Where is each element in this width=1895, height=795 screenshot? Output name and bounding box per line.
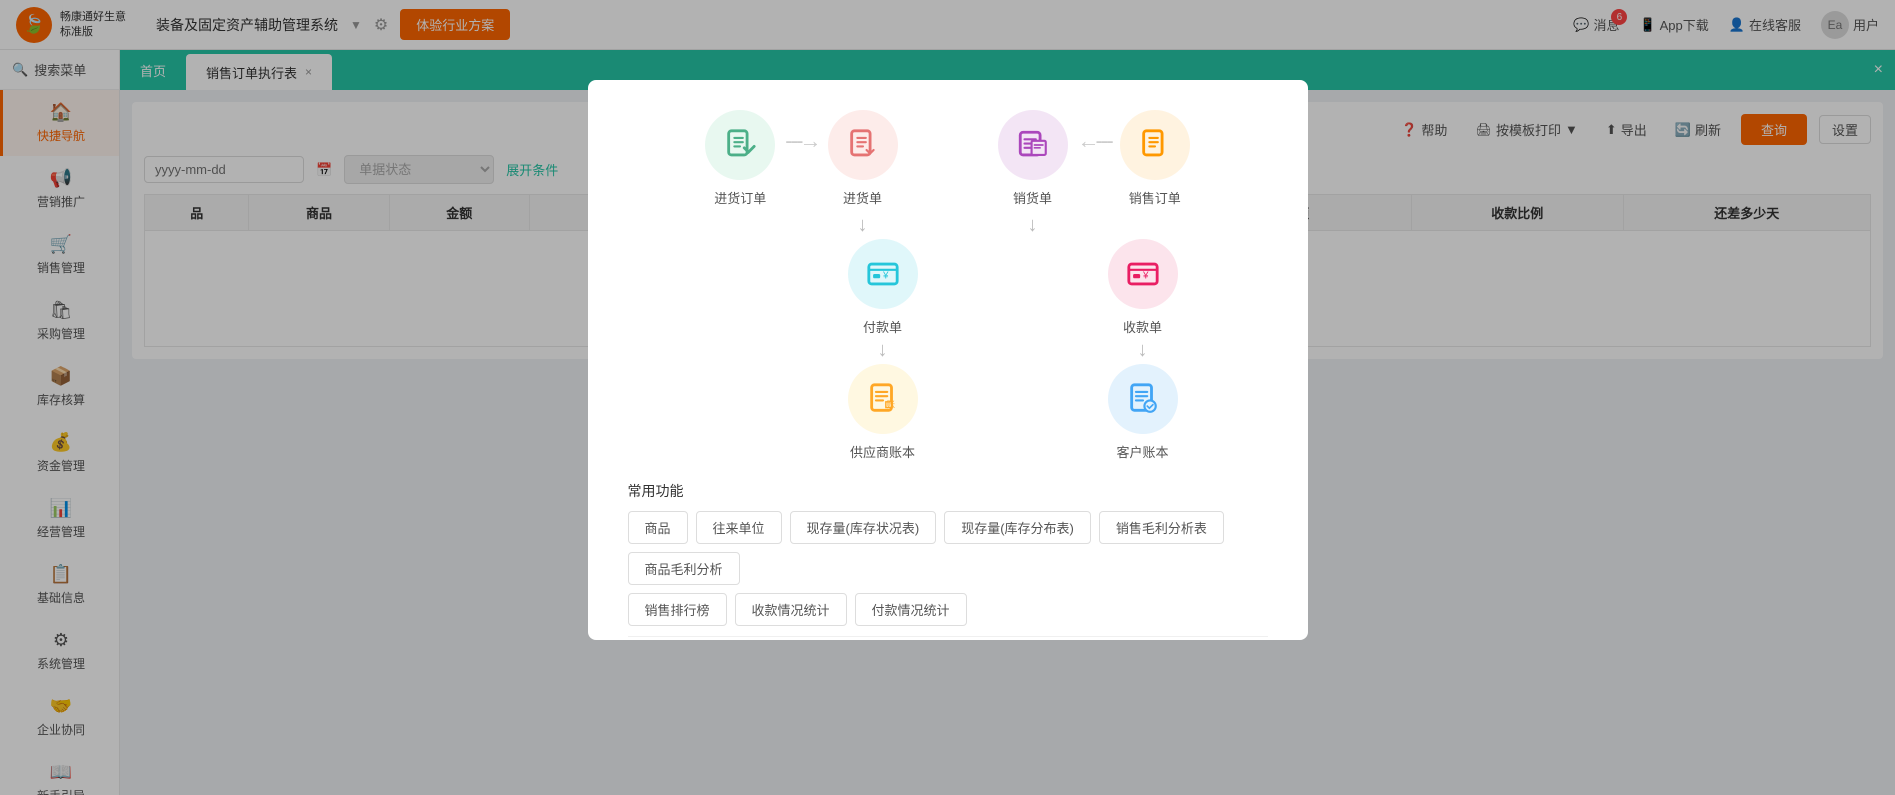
arrow-down-sales-bill: ↓ [1028, 210, 1038, 240]
flow-node-sales-bill[interactable]: 销货单 [998, 110, 1068, 207]
supplier-ledger-circle[interactable]: 账 [848, 364, 918, 434]
func-btn-sales-margin[interactable]: 销售毛利分析表 [1099, 511, 1224, 544]
func-btn-stock-dist[interactable]: 现存量(库存分布表) [944, 511, 1091, 544]
arrow-down-payment: ↓ [878, 335, 888, 365]
popup-scrollbar-area: ◀ ▶ [628, 636, 1268, 640]
popup-overlay[interactable]: 进货订单 - - -→ 进货单 [0, 0, 1895, 795]
svg-text:¥: ¥ [882, 270, 889, 281]
func-buttons-row2: 销售排行榜 收款情况统计 付款情况统计 [628, 593, 1268, 626]
func-btn-product[interactable]: 商品 [628, 511, 688, 544]
arrow-sales-order-to-bill: ←- - - [1078, 128, 1110, 154]
supplier-ledger-label: 供应商账本 [850, 442, 915, 461]
sales-bill-label: 销货单 [1013, 188, 1052, 207]
sales-bill-circle[interactable] [998, 110, 1068, 180]
sales-order-circle[interactable] [1120, 110, 1190, 180]
customer-ledger-label: 客户账本 [1116, 442, 1168, 461]
svg-text:¥: ¥ [1142, 270, 1149, 281]
purchase-bill-circle[interactable] [828, 110, 898, 180]
flow-node-supplier-ledger[interactable]: 账 供应商账本 [848, 364, 918, 461]
func-btn-sales-rank[interactable]: 销售排行榜 [628, 593, 727, 626]
arrow-down-purchase-bill: ↓ [858, 210, 868, 240]
purchase-order-label: 进货订单 [714, 188, 766, 207]
common-functions: 常用功能 商品 往来单位 现存量(库存状况表) 现存量(库存分布表) 销售毛利分… [628, 481, 1268, 626]
receipt-bill-circle[interactable]: ¥ [1108, 239, 1178, 309]
payment-bill-label: 付款单 [863, 317, 902, 336]
func-btn-partner[interactable]: 往来单位 [696, 511, 782, 544]
flow-node-payment-bill[interactable]: ¥ 付款单 [848, 239, 918, 336]
func-btn-product-margin[interactable]: 商品毛利分析 [628, 552, 740, 585]
svg-text:账: 账 [886, 400, 895, 410]
purchase-order-circle[interactable] [705, 110, 775, 180]
flow-node-receipt-bill[interactable]: ¥ 收款单 [1108, 239, 1178, 336]
arrow-down-receipt: ↓ [1138, 335, 1148, 365]
func-btn-stock-status[interactable]: 现存量(库存状况表) [790, 511, 937, 544]
flow-node-customer-ledger[interactable]: 客户账本 [1108, 364, 1178, 461]
flow-node-sales-order[interactable]: 销售订单 [1120, 110, 1190, 207]
func-btn-payment-stats[interactable]: 付款情况统计 [855, 593, 967, 626]
popup: 进货订单 - - -→ 进货单 [588, 80, 1308, 640]
func-buttons-row1: 商品 往来单位 现存量(库存状况表) 现存量(库存分布表) 销售毛利分析表 商品… [628, 511, 1268, 585]
customer-ledger-circle[interactable] [1108, 364, 1178, 434]
arrow-purchase-order-to-bill: - - -→ [785, 128, 817, 154]
flow-node-purchase-bill[interactable]: 进货单 [828, 110, 898, 207]
func-btn-receipt-stats[interactable]: 收款情况统计 [735, 593, 847, 626]
common-functions-title: 常用功能 [628, 481, 1268, 501]
flow-node-purchase-order[interactable]: 进货订单 [705, 110, 775, 207]
payment-bill-circle[interactable]: ¥ [848, 239, 918, 309]
purchase-bill-label: 进货单 [843, 188, 882, 207]
sales-order-label: 销售订单 [1129, 188, 1181, 207]
receipt-bill-label: 收款单 [1123, 317, 1162, 336]
